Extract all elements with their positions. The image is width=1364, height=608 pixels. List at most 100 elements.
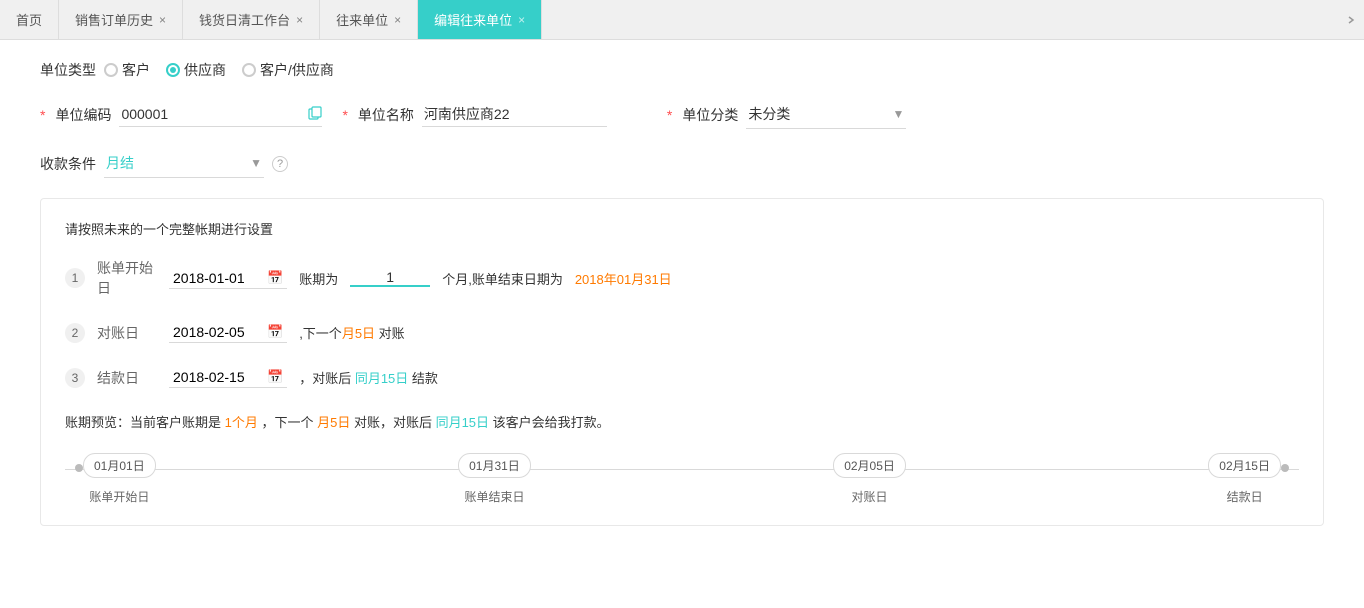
section-title: 请按照未来的一个完整帐期进行设置 [65, 219, 1299, 238]
date-field-3[interactable] [173, 369, 263, 385]
preview-reconcile-day: 月5日 [317, 415, 350, 430]
code-input[interactable] [119, 102, 304, 126]
code-input-wrap [119, 102, 322, 127]
date-input-2: 📅 [169, 322, 287, 343]
row-label-1: 账单开始日 [97, 258, 157, 298]
timeline-end-dot [1281, 464, 1289, 472]
timeline-label-4: 结款日 [1227, 488, 1263, 505]
tab-bar: 首页 销售订单历史 × 钱货日清工作台 × 往来单位 × 编辑往来单位 × [0, 0, 1364, 40]
code-label: 单位编码 [55, 105, 111, 125]
period-desc-prefix: 账期为 [299, 269, 338, 288]
timeline: 01月01日 账单开始日 01月31日 账单结束日 02月05日 对账日 02月… [65, 455, 1299, 505]
setting-row-3: 3 结款日 📅 ，对账后 同月15日 结款 [65, 367, 1299, 388]
tab-partners-close[interactable]: × [394, 13, 401, 27]
row-num-2: 2 [65, 323, 85, 343]
name-required: * [342, 107, 347, 123]
category-dropdown-icon: ▼ [892, 107, 904, 121]
name-group: * 单位名称 [342, 102, 606, 127]
calendar-icon-3[interactable]: 📅 [267, 369, 283, 385]
category-value: 未分类 [748, 104, 888, 124]
tab-edit-partner-label: 编辑往来单位 [434, 10, 512, 29]
code-copy-icon[interactable] [308, 106, 322, 123]
tab-cash-work-close[interactable]: × [296, 13, 303, 27]
payment-dropdown-icon: ▼ [250, 156, 262, 170]
unit-type-group: 单位类型 客户 供应商 客户/供应商 [40, 60, 334, 80]
payment-label: 收款条件 [40, 154, 96, 174]
unit-type-label: 单位类型 [40, 60, 96, 80]
timeline-label-1: 账单开始日 [89, 488, 149, 505]
radio-customer-circle [104, 63, 118, 77]
name-label: 单位名称 [358, 105, 414, 125]
date-field-2[interactable] [173, 324, 263, 340]
tab-cash-work-label: 钱货日清工作台 [199, 10, 290, 29]
radio-customer[interactable]: 客户 [104, 60, 150, 80]
tab-sales-order-history-close[interactable]: × [159, 13, 166, 27]
radio-both-label: 客户/供应商 [260, 60, 334, 80]
date-input-1: 📅 [169, 268, 287, 289]
code-name-category-row: * 单位编码 * 单位名称 * 单位分类 未分 [40, 100, 1324, 129]
setting-row-2: 2 对账日 📅 ,下一个月5日 对账 [65, 322, 1299, 343]
tab-home-label: 首页 [16, 10, 42, 29]
help-icon[interactable]: ? [272, 156, 288, 172]
date-input-3: 📅 [169, 367, 287, 388]
period-desc-suffix: 个月,账单结束日期为 [442, 269, 563, 288]
calendar-icon-1[interactable]: 📅 [267, 270, 283, 286]
payment-group: 收款条件 月结 ▼ ? [40, 149, 288, 178]
row-label-3: 结款日 [97, 368, 157, 388]
tab-partners-label: 往来单位 [336, 10, 388, 29]
period-input[interactable] [350, 269, 430, 287]
preview-payment-day: 同月15日 [436, 415, 489, 430]
tab-sales-order-history[interactable]: 销售订单历史 × [59, 0, 183, 39]
preview-text: 账期预览：当前客户账期是 1个月 ，下一个 月5日 对账，对账后 同月15日 该… [65, 412, 1299, 431]
calendar-icon-2[interactable]: 📅 [267, 324, 283, 340]
chevron-right-icon [1346, 15, 1356, 25]
category-group: * 单位分类 未分类 ▼ [667, 100, 906, 129]
code-required: * [40, 107, 45, 123]
row-num-1: 1 [65, 268, 85, 288]
timeline-label-2: 账单结束日 [464, 488, 524, 505]
tab-edit-partner[interactable]: 编辑往来单位 × [418, 0, 542, 39]
timeline-node-1: 01月01日 账单开始日 [83, 455, 156, 505]
timeline-node-2: 01月31日 账单结束日 [458, 455, 531, 505]
reconcile-desc: ,下一个月5日 对账 [299, 323, 404, 342]
payment-row: 收款条件 月结 ▼ ? [40, 149, 1324, 178]
radio-both-circle [242, 63, 256, 77]
timeline-start-dot [75, 464, 83, 472]
tab-edit-partner-close[interactable]: × [518, 13, 525, 27]
row-num-3: 3 [65, 368, 85, 388]
timeline-badge-4: 02月15日 [1208, 453, 1281, 478]
tab-partners[interactable]: 往来单位 × [320, 0, 418, 39]
radio-supplier[interactable]: 供应商 [166, 60, 226, 80]
timeline-badge-3: 02月05日 [833, 453, 906, 478]
radio-supplier-label: 供应商 [184, 60, 226, 80]
period-end-date: 2018年01月31日 [575, 269, 672, 288]
timeline-badge-1: 01月01日 [83, 453, 156, 478]
radio-customer-label: 客户 [122, 60, 150, 80]
name-input[interactable] [422, 102, 607, 126]
radio-both[interactable]: 客户/供应商 [242, 60, 334, 80]
row-label-2: 对账日 [97, 323, 157, 343]
timeline-badge-2: 01月31日 [458, 453, 531, 478]
category-select[interactable]: 未分类 ▼ [746, 100, 906, 129]
timeline-node-4: 02月15日 结款日 [1208, 455, 1281, 505]
date-field-1[interactable] [173, 270, 263, 286]
name-input-wrap [422, 102, 607, 127]
payment-desc: ，对账后 同月15日 结款 [299, 368, 438, 387]
tab-cash-work[interactable]: 钱货日清工作台 × [183, 0, 320, 39]
unit-type-row: 单位类型 客户 供应商 客户/供应商 [40, 60, 1324, 80]
tab-expand-btn[interactable] [1338, 0, 1364, 39]
radio-supplier-circle [166, 63, 180, 77]
radio-group: 客户 供应商 客户/供应商 [104, 60, 334, 80]
timeline-label-3: 对账日 [852, 488, 888, 505]
code-group: * 单位编码 [40, 102, 322, 127]
tab-home[interactable]: 首页 [0, 0, 59, 39]
setting-row-1: 1 账单开始日 📅 账期为 个月,账单结束日期为 2018年01月31日 [65, 258, 1299, 298]
category-required: * [667, 107, 672, 123]
payment-select[interactable]: 月结 ▼ [104, 149, 264, 178]
payment-value: 月结 [106, 153, 246, 173]
main-content: 单位类型 客户 供应商 客户/供应商 * 单位编码 [0, 40, 1364, 608]
section-box: 请按照未来的一个完整帐期进行设置 1 账单开始日 📅 账期为 个月,账单结束日期… [40, 198, 1324, 526]
tab-sales-order-history-label: 销售订单历史 [75, 10, 153, 29]
preview-period: 1个月 [225, 415, 258, 430]
category-label: 单位分类 [682, 105, 738, 125]
